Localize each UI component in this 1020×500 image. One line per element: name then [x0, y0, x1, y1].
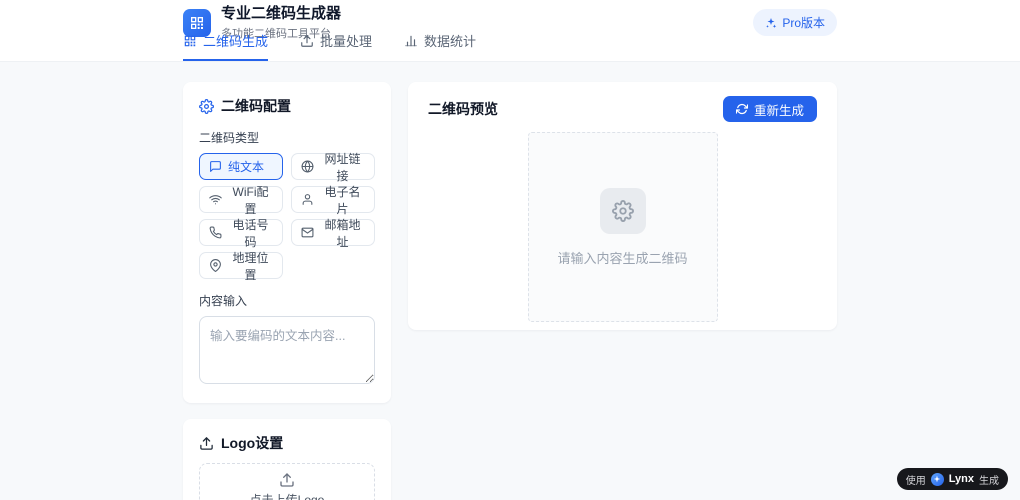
type-button-label: WiFi配置	[232, 184, 269, 216]
gear-icon	[199, 98, 214, 114]
chat-bubble-icon	[209, 160, 222, 173]
logo-settings-title-row: Logo设置	[199, 433, 375, 453]
qr-config-title-row: 二维码配置	[199, 96, 375, 116]
watermark-brand: Lynx	[948, 473, 974, 485]
qr-code-icon	[183, 34, 197, 48]
qr-preview-card: 二维码预览 重新生成 请输入内容生成二维码	[408, 82, 837, 330]
type-button-wifi[interactable]: WiFi配置	[199, 185, 283, 216]
globe-icon	[301, 160, 314, 173]
qr-type-label: 二维码类型	[199, 131, 260, 145]
config-column: 二维码配置 二维码类型 纯文本 网址链接 WiFi配置 电子名片 电话号码 邮箱…	[183, 82, 391, 500]
pro-version-label: Pro版本	[782, 16, 825, 30]
lynx-watermark-badge[interactable]: 使用 Lynx 生成	[896, 468, 1008, 490]
content-input-label: 内容输入	[199, 294, 248, 308]
preview-column: 二维码预览 重新生成 请输入内容生成二维码	[408, 82, 837, 330]
wifi-icon	[209, 193, 222, 206]
mail-icon	[301, 226, 314, 239]
type-button-location[interactable]: 地理位置	[199, 251, 283, 282]
main-tabs: 二维码生成 批量处理 数据统计	[183, 31, 476, 61]
type-button-url[interactable]: 网址链接	[291, 152, 375, 183]
pro-version-button[interactable]: Pro版本	[753, 9, 837, 36]
gear-icon	[599, 187, 646, 234]
qr-config-title: 二维码配置	[221, 98, 291, 114]
sparkles-icon	[765, 17, 777, 29]
logo-upload-text: 点击上传Logo	[249, 493, 325, 500]
logo-settings-title: Logo设置	[221, 435, 284, 451]
logo-settings-card: Logo设置 点击上传Logo	[183, 419, 391, 500]
content-input[interactable]	[199, 316, 375, 384]
main-content: 二维码配置 二维码类型 纯文本 网址链接 WiFi配置 电子名片 电话号码 邮箱…	[183, 82, 837, 500]
qr-preview-placeholder: 请输入内容生成二维码	[527, 132, 718, 322]
refresh-icon	[735, 103, 748, 115]
tab-label: 二维码生成	[203, 34, 269, 49]
type-button-vcard[interactable]: 电子名片	[291, 185, 375, 216]
type-button-label: 网址链接	[324, 151, 361, 183]
type-button-plain-text[interactable]: 纯文本	[199, 153, 283, 180]
page-title: 专业二维码生成器	[221, 5, 342, 22]
phone-icon	[209, 226, 222, 239]
type-button-label: 纯文本	[228, 160, 265, 174]
tab-qr-generate[interactable]: 二维码生成	[183, 31, 269, 61]
tab-label: 批量处理	[320, 34, 373, 49]
upload-icon	[199, 436, 214, 451]
type-button-label: 邮箱地址	[324, 217, 361, 249]
regenerate-label: 重新生成	[753, 103, 804, 118]
type-button-phone[interactable]: 电话号码	[199, 218, 283, 249]
preview-header: 二维码预览 重新生成	[428, 96, 817, 122]
type-button-label: 电话号码	[232, 217, 269, 249]
watermark-suffix: 生成	[979, 475, 999, 487]
watermark-prefix: 使用	[905, 475, 926, 487]
preview-empty-text: 请输入内容生成二维码	[557, 250, 688, 266]
lynx-logo-icon	[930, 472, 944, 486]
type-button-label: 地理位置	[232, 250, 269, 282]
person-icon	[301, 193, 314, 206]
logo-upload-dropzone[interactable]: 点击上传Logo	[199, 463, 375, 500]
app-header: 专业二维码生成器 多功能二维码工具平台 Pro版本 二维码生成 批量处理 数据统…	[0, 0, 1020, 62]
type-button-label: 电子名片	[324, 184, 361, 216]
map-pin-icon	[209, 259, 222, 272]
qr-config-card: 二维码配置 二维码类型 纯文本 网址链接 WiFi配置 电子名片 电话号码 邮箱…	[183, 82, 391, 403]
upload-icon	[279, 472, 295, 488]
upload-icon	[300, 34, 314, 48]
regenerate-button[interactable]: 重新生成	[722, 96, 817, 122]
bar-chart-icon	[404, 34, 418, 48]
type-button-email[interactable]: 邮箱地址	[291, 218, 375, 249]
qr-type-grid: 纯文本 网址链接 WiFi配置 电子名片 电话号码 邮箱地址 地理位置	[199, 152, 375, 282]
tab-batch-process[interactable]: 批量处理	[300, 31, 372, 61]
preview-title: 二维码预览	[428, 101, 498, 117]
tab-statistics[interactable]: 数据统计	[404, 31, 476, 61]
tab-label: 数据统计	[424, 34, 477, 49]
